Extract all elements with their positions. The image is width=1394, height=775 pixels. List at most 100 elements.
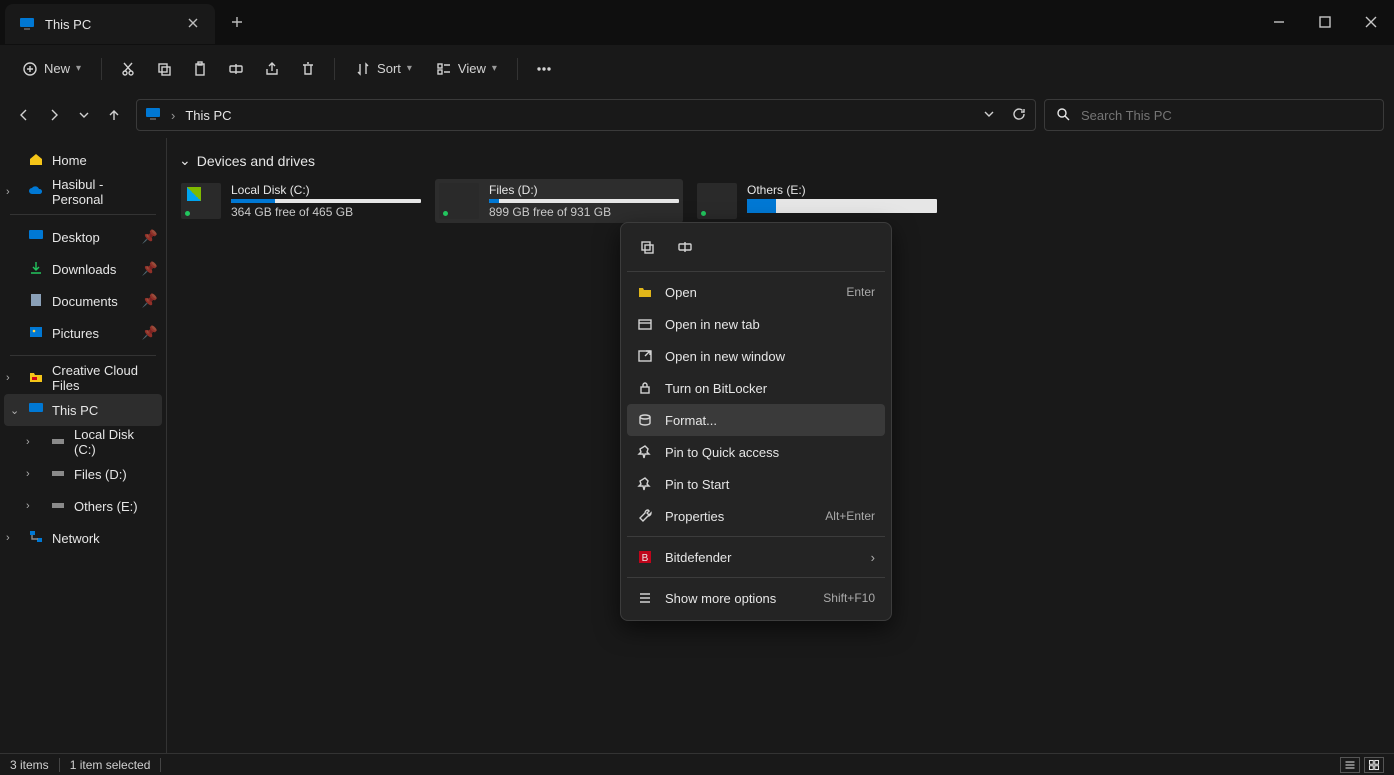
chevron-down-icon[interactable]: ⌄: [10, 404, 19, 417]
chevron-down-icon: ▾: [492, 63, 497, 74]
sort-label: Sort: [377, 61, 401, 76]
breadcrumb-this-pc[interactable]: This PC: [185, 108, 231, 123]
drive-icon: [50, 465, 66, 484]
status-selection: 1 item selected: [70, 758, 151, 772]
new-label: New: [44, 61, 70, 76]
separator: [627, 536, 885, 537]
menu-label: Bitdefender: [665, 550, 732, 565]
address-bar[interactable]: › This PC: [136, 99, 1036, 131]
chevron-right-icon[interactable]: ›: [26, 500, 30, 512]
view-label: View: [458, 61, 486, 76]
pin-icon: 📌: [142, 229, 158, 245]
drive-d[interactable]: Files (D:) 899 GB free of 931 GB: [435, 179, 683, 223]
chevron-right-icon[interactable]: ›: [6, 372, 10, 384]
menu-label: Properties: [665, 509, 724, 524]
ctx-open[interactable]: Open Enter: [627, 276, 885, 308]
drive-usage-text: 899 GB free of 931 GB: [489, 205, 679, 219]
minimize-button[interactable]: [1256, 0, 1302, 44]
details-view-button[interactable]: [1340, 757, 1360, 773]
cut-button[interactable]: [112, 55, 144, 83]
sidebar-onedrive[interactable]: › Hasibul - Personal: [0, 176, 166, 208]
ctx-pin-start[interactable]: Pin to Start: [627, 468, 885, 500]
sidebar-label: Others (E:): [74, 499, 138, 514]
separator: [334, 58, 335, 80]
ctx-copy-button[interactable]: [635, 235, 659, 259]
ctx-bitlocker[interactable]: Turn on BitLocker: [627, 372, 885, 404]
drive-icon: [50, 497, 66, 516]
ctx-bitdefender[interactable]: B Bitdefender ›: [627, 541, 885, 573]
copy-button[interactable]: [148, 55, 180, 83]
share-button[interactable]: [256, 55, 288, 83]
refresh-button[interactable]: [1011, 106, 1027, 125]
sidebar-network[interactable]: › Network: [0, 522, 166, 554]
ctx-pin-quick-access[interactable]: Pin to Quick access: [627, 436, 885, 468]
history-button[interactable]: [70, 101, 98, 129]
ctx-show-more[interactable]: Show more options Shift+F10: [627, 582, 885, 614]
sidebar-documents[interactable]: Documents 📌: [0, 285, 166, 317]
ctx-open-new-window[interactable]: Open in new window: [627, 340, 885, 372]
tiles-view-button[interactable]: [1364, 757, 1384, 773]
ctx-rename-button[interactable]: [673, 235, 697, 259]
sidebar-pictures[interactable]: Pictures 📌: [0, 317, 166, 349]
sidebar-label: Network: [52, 531, 100, 546]
drive-e[interactable]: Others (E:): [693, 179, 941, 223]
address-dropdown-button[interactable]: [981, 106, 997, 125]
sidebar-home[interactable]: Home: [0, 144, 166, 176]
chevron-right-icon[interactable]: ›: [26, 468, 30, 480]
delete-button[interactable]: [292, 55, 324, 83]
rename-button[interactable]: [220, 55, 252, 83]
sidebar-label: Files (D:): [74, 467, 127, 482]
chevron-right-icon[interactable]: ›: [6, 186, 10, 198]
section-header[interactable]: ⌄ Devices and drives: [177, 152, 1384, 169]
chevron-right-icon[interactable]: ›: [26, 436, 30, 448]
sidebar-drive-e[interactable]: › Others (E:): [0, 490, 166, 522]
sidebar-creative-cloud[interactable]: › Creative Cloud Files: [0, 362, 166, 394]
paste-button[interactable]: [184, 55, 216, 83]
sidebar-drive-c[interactable]: › Local Disk (C:): [0, 426, 166, 458]
ctx-open-new-tab[interactable]: Open in new tab: [627, 308, 885, 340]
lock-icon: [637, 380, 653, 396]
tab-this-pc[interactable]: This PC: [5, 4, 215, 44]
back-button[interactable]: [10, 101, 38, 129]
sort-button[interactable]: Sort ▾: [345, 55, 422, 83]
drive-name: Local Disk (C:): [231, 183, 421, 197]
cloud-icon: [28, 183, 44, 202]
monitor-icon: [28, 401, 44, 420]
up-button[interactable]: [100, 101, 128, 129]
chevron-down-icon: ▾: [76, 63, 81, 74]
sidebar-drive-d[interactable]: › Files (D:): [0, 458, 166, 490]
new-button[interactable]: New ▾: [12, 55, 91, 83]
sidebar-label: Pictures: [52, 326, 99, 341]
more-button[interactable]: [528, 55, 560, 83]
ctx-format[interactable]: Format...: [627, 404, 885, 436]
chevron-right-icon[interactable]: ›: [6, 532, 10, 544]
chevron-right-icon: ›: [871, 550, 875, 565]
sidebar-label: Desktop: [52, 230, 100, 245]
pin-icon: 📌: [142, 261, 158, 277]
chevron-down-icon: ⌄: [179, 152, 191, 169]
search-box[interactable]: [1044, 99, 1384, 131]
menu-label: Open: [665, 285, 697, 300]
menu-label: Pin to Start: [665, 477, 729, 492]
close-tab-icon[interactable]: [185, 15, 201, 34]
tab-icon: [637, 316, 653, 332]
close-window-button[interactable]: [1348, 0, 1394, 44]
sidebar-downloads[interactable]: Downloads 📌: [0, 253, 166, 285]
forward-button[interactable]: [40, 101, 68, 129]
sidebar-desktop[interactable]: Desktop 📌: [0, 221, 166, 253]
add-tab-button[interactable]: [215, 0, 259, 44]
drive-usage-text: 364 GB free of 465 GB: [231, 205, 421, 219]
maximize-button[interactable]: [1302, 0, 1348, 44]
sidebar-this-pc[interactable]: ⌄ This PC: [4, 394, 162, 426]
window-controls: [1256, 0, 1394, 44]
list-icon: [637, 590, 653, 606]
search-input[interactable]: [1081, 108, 1373, 123]
view-button[interactable]: View ▾: [426, 55, 507, 83]
chevron-right-icon[interactable]: ›: [171, 108, 175, 123]
sidebar-label: Local Disk (C:): [74, 427, 158, 457]
drive-name: Files (D:): [489, 183, 679, 197]
ctx-properties[interactable]: Properties Alt+Enter: [627, 500, 885, 532]
sidebar: Home › Hasibul - Personal Desktop 📌 Down…: [0, 138, 167, 753]
sidebar-label: Documents: [52, 294, 118, 309]
drive-c[interactable]: Local Disk (C:) 364 GB free of 465 GB: [177, 179, 425, 223]
